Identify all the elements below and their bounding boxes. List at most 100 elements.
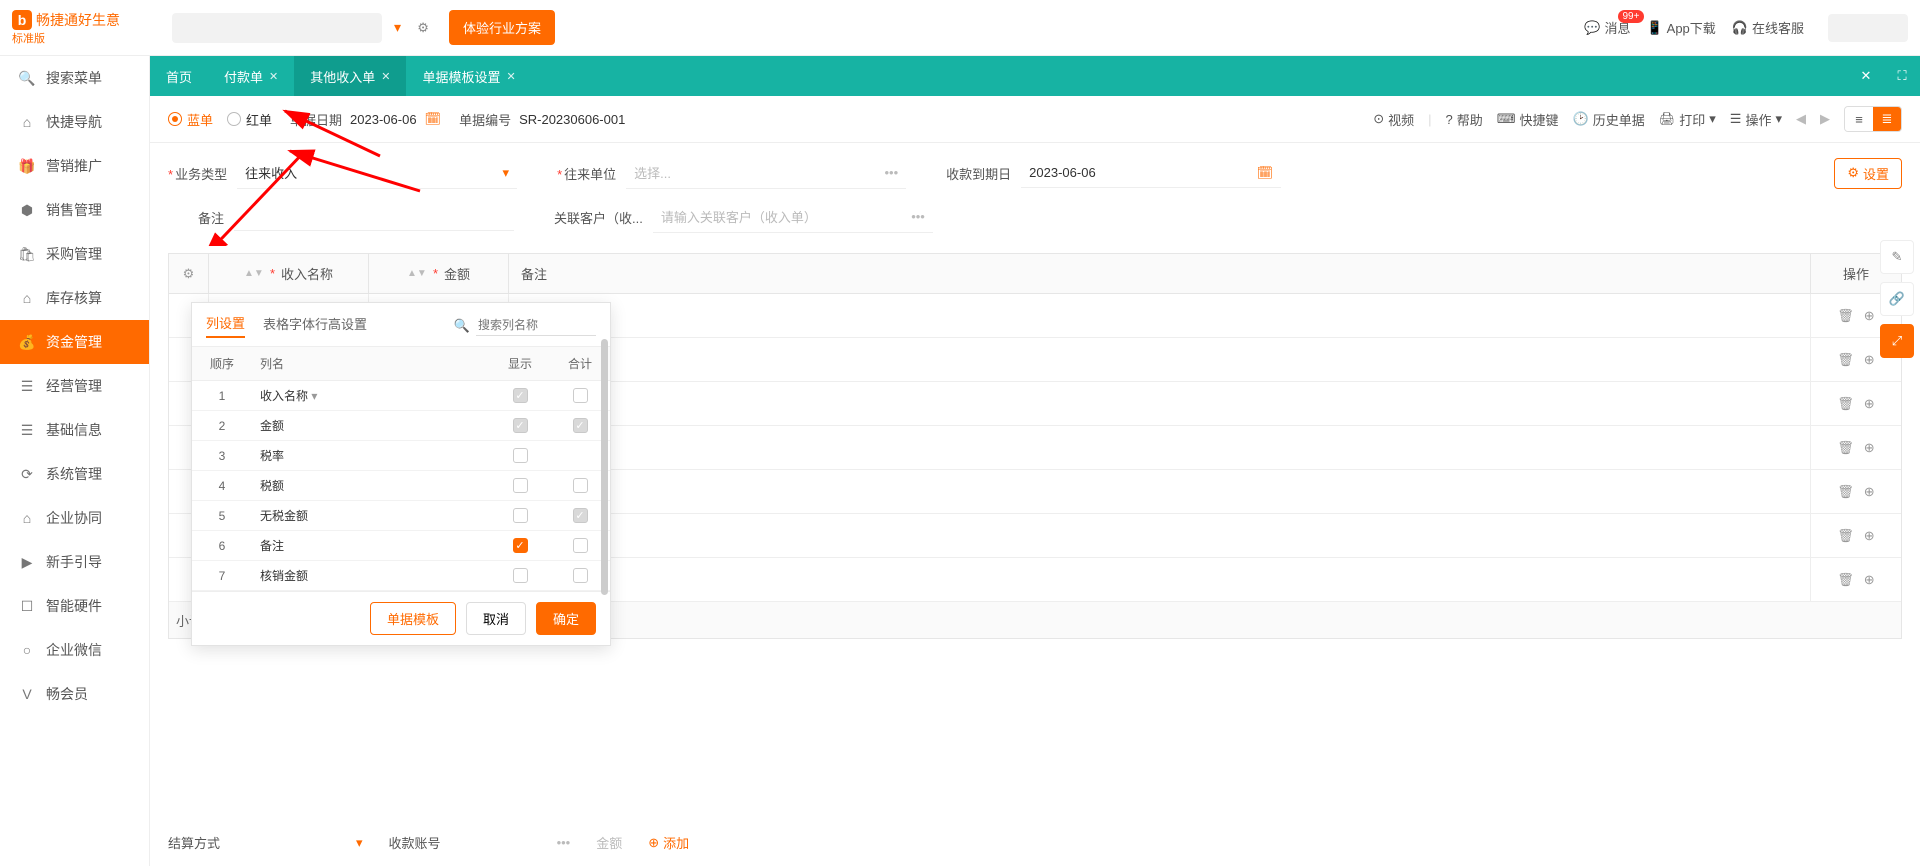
checkbox[interactable] (573, 538, 588, 553)
cell-remark[interactable] (509, 470, 1811, 513)
add-row-icon[interactable]: ⊕ (1864, 440, 1875, 456)
delete-row-icon[interactable]: 🗑 (1837, 440, 1854, 456)
add-row-icon[interactable]: ⊕ (1864, 396, 1875, 412)
tab-fullscreen[interactable]: ⛶ (1884, 56, 1920, 96)
remark-input[interactable] (234, 203, 514, 231)
org-selector[interactable]: ▾ (172, 13, 401, 43)
user-menu[interactable] (1828, 14, 1908, 42)
due-date-input[interactable]: 2023-06-06 🗓 (1021, 159, 1281, 188)
calendar-icon[interactable]: 🗓 (425, 111, 442, 127)
receipt-account-select[interactable]: 收款账号 ••• (389, 833, 571, 852)
sidebar-item-10[interactable]: ⌂企业协同 (0, 496, 149, 540)
checkbox[interactable] (513, 418, 528, 433)
scrollbar[interactable] (601, 339, 608, 595)
checkbox[interactable] (513, 448, 528, 463)
checkbox[interactable] (573, 478, 588, 493)
add-line-button[interactable]: ⊕ 添加 (648, 833, 689, 852)
header-settings-button[interactable]: ⚙ (409, 14, 437, 42)
confirm-button[interactable]: 确定 (536, 602, 596, 635)
ellipsis-icon[interactable]: ••• (885, 165, 899, 180)
cell-remark[interactable] (509, 338, 1811, 381)
sidebar-item-1[interactable]: ⌂快捷导航 (0, 100, 149, 144)
doc-date-value[interactable]: 2023-06-06 (350, 112, 417, 127)
popover-tab-font[interactable]: 表格字体行高设置 (263, 314, 367, 337)
tab-close-all[interactable]: ✕ (1848, 56, 1884, 96)
sidebar-item-6[interactable]: 💰资金管理 (0, 320, 149, 364)
col-amount[interactable]: ▲▼ *金额 (369, 254, 509, 293)
cell-remark[interactable] (509, 382, 1811, 425)
add-row-icon[interactable]: ⊕ (1864, 352, 1875, 368)
cell-remark[interactable] (509, 426, 1811, 469)
rail-attach-button[interactable]: 🔗 (1880, 282, 1914, 316)
video-link[interactable]: ⊙视频 (1373, 110, 1414, 129)
tab-1[interactable]: 付款单✕ (208, 56, 294, 96)
view-form[interactable]: ≣ (1873, 107, 1901, 131)
messages-link[interactable]: 💬 消息 99+ (1584, 18, 1630, 37)
delete-row-icon[interactable]: 🗑 (1837, 484, 1854, 500)
col-income-name[interactable]: ▲▼ *收入名称 (209, 254, 369, 293)
checkbox[interactable] (513, 478, 528, 493)
checkbox[interactable] (513, 388, 528, 403)
view-list[interactable]: ≡ (1845, 107, 1873, 131)
column-settings-button[interactable]: ⚙ (169, 254, 209, 293)
delete-row-icon[interactable]: 🗑 (1837, 572, 1854, 588)
checkbox[interactable] (573, 568, 588, 583)
close-icon[interactable]: ✕ (507, 70, 516, 83)
shortcut-link[interactable]: ⌨快捷键 (1497, 110, 1559, 129)
checkbox[interactable] (573, 508, 588, 523)
help-link[interactable]: ?帮助 (1446, 110, 1483, 129)
operate-dropdown[interactable]: ☰操作▾ (1730, 110, 1782, 129)
sidebar-item-7[interactable]: ☰经营管理 (0, 364, 149, 408)
cell-remark[interactable] (509, 514, 1811, 557)
add-row-icon[interactable]: ⊕ (1864, 484, 1875, 500)
sidebar-item-3[interactable]: ⬢销售管理 (0, 188, 149, 232)
checkbox[interactable] (513, 538, 528, 553)
sidebar-item-5[interactable]: ⌂库存核算 (0, 276, 149, 320)
business-type-select[interactable]: 往来收入 ▾ (237, 157, 517, 189)
sidebar-item-12[interactable]: ☐智能硬件 (0, 584, 149, 628)
radio-red[interactable]: 红单 (227, 110, 272, 129)
checkbox[interactable] (513, 508, 528, 523)
cancel-button[interactable]: 取消 (466, 602, 526, 635)
app-download-link[interactable]: 📱 App下载 (1646, 18, 1715, 37)
add-row-icon[interactable]: ⊕ (1864, 308, 1875, 324)
radio-blue[interactable]: 蓝单 (168, 110, 213, 129)
sidebar-item-0[interactable]: 🔍搜索菜单 (0, 56, 149, 100)
close-icon[interactable]: ✕ (381, 70, 390, 83)
delete-row-icon[interactable]: 🗑 (1837, 528, 1854, 544)
close-icon[interactable]: ✕ (269, 70, 278, 83)
delete-row-icon[interactable]: 🗑 (1837, 308, 1854, 324)
rail-note-button[interactable]: ✎ (1880, 240, 1914, 274)
checkbox[interactable] (513, 568, 528, 583)
ellipsis-icon[interactable]: ••• (557, 835, 571, 850)
calendar-icon[interactable]: 🗓 (1257, 165, 1274, 181)
next-doc[interactable]: ▶ (1820, 111, 1830, 127)
associated-customer-input[interactable]: 请输入关联客户（收入单） ••• (653, 201, 933, 233)
cell-remark[interactable] (509, 294, 1811, 337)
doc-template-button[interactable]: 单据模板 (370, 602, 456, 635)
cell-remark[interactable] (509, 558, 1811, 601)
rail-expand-button[interactable]: ⤢ (1880, 324, 1914, 358)
popover-search-input[interactable] (476, 315, 596, 336)
sidebar-item-4[interactable]: 🛍采购管理 (0, 232, 149, 276)
popover-tab-columns[interactable]: 列设置 (206, 313, 245, 338)
settlement-method-select[interactable]: 结算方式 ▾ (168, 833, 363, 852)
sidebar-item-9[interactable]: ⟳系统管理 (0, 452, 149, 496)
delete-row-icon[interactable]: 🗑 (1837, 352, 1854, 368)
sidebar-item-11[interactable]: ▶新手引导 (0, 540, 149, 584)
delete-row-icon[interactable]: 🗑 (1837, 396, 1854, 412)
checkbox[interactable] (573, 418, 588, 433)
party-select[interactable]: 选择... ••• (626, 157, 906, 189)
checkbox[interactable] (573, 388, 588, 403)
sidebar-item-2[interactable]: 🎁营销推广 (0, 144, 149, 188)
ellipsis-icon[interactable]: ••• (911, 209, 925, 224)
trial-industry-button[interactable]: 体验行业方案 (449, 10, 555, 45)
sidebar-item-8[interactable]: ☰基础信息 (0, 408, 149, 452)
online-support-link[interactable]: 🎧 在线客服 (1732, 18, 1804, 37)
add-row-icon[interactable]: ⊕ (1864, 528, 1875, 544)
tab-2[interactable]: 其他收入单✕ (294, 56, 406, 96)
sidebar-item-14[interactable]: V畅会员 (0, 672, 149, 716)
print-dropdown[interactable]: 🖨打印▾ (1659, 110, 1716, 129)
settings-button[interactable]: ⚙ 设置 (1834, 158, 1902, 189)
sidebar-item-13[interactable]: ○企业微信 (0, 628, 149, 672)
